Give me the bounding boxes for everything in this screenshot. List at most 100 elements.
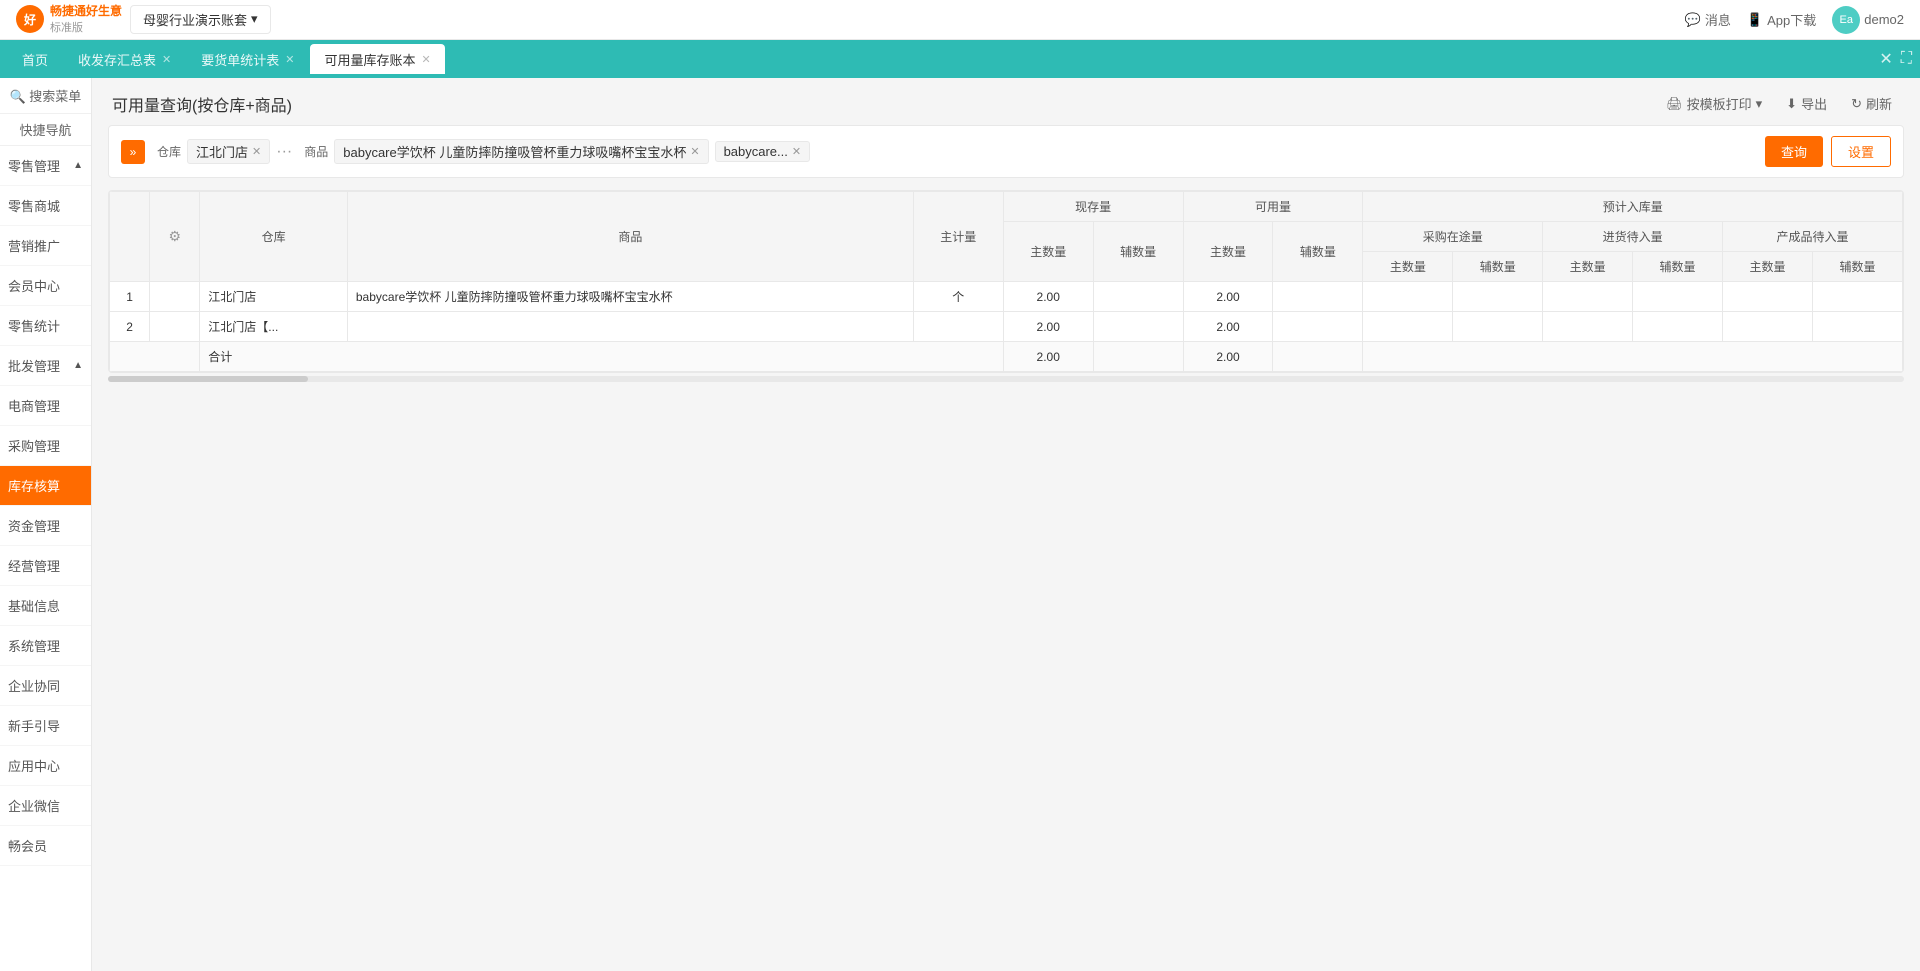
brand-name: 畅捷通好生意 xyxy=(50,4,122,18)
sidebar-item-finance-mgmt[interactable]: 资金管理 xyxy=(0,506,91,546)
sidebar-item-ecommerce-mgmt[interactable]: 电商管理 xyxy=(0,386,91,426)
sidebar-search[interactable]: 🔍 搜索菜单 xyxy=(0,78,91,114)
sidebar-label-finance-mgmt: 资金管理 xyxy=(8,516,60,535)
cell-product xyxy=(347,312,913,342)
export-btn[interactable]: ⬇ 导出 xyxy=(1778,90,1835,117)
industry-selector[interactable]: 母婴行业演示账套 ▾ xyxy=(130,5,271,34)
scrollbar-track[interactable] xyxy=(108,376,1904,382)
filter-expand-btn[interactable]: » xyxy=(121,140,145,164)
th-available-aux: 辅数量 xyxy=(1273,222,1363,282)
sidebar-item-retail-mgmt[interactable]: 零售管理▲ xyxy=(0,146,91,186)
th-available-qty: 可用量 xyxy=(1183,192,1363,222)
cell-gear xyxy=(150,312,200,342)
product-tag1-remove[interactable]: ✕ xyxy=(690,145,699,158)
sidebar-item-enterprise-wechat[interactable]: 企业微信 xyxy=(0,786,91,826)
th-current-stock: 现存量 xyxy=(1003,192,1183,222)
sidebar-quick-nav[interactable]: 快捷导航 xyxy=(0,114,91,146)
quick-nav-label: 快捷导航 xyxy=(19,123,71,138)
sidebar-item-basic-info[interactable]: 基础信息 xyxy=(0,586,91,626)
tab-inventory-ledger-label: 可用量库存账本 xyxy=(324,50,415,69)
cell-available-main: 2.00 xyxy=(1183,312,1273,342)
top-bar-right: 💬 消息 📱 App下载 Ea demo2 xyxy=(1685,6,1904,34)
top-bar: 好 畅捷通好生意 标准版 母婴行业演示账套 ▾ 💬 消息 📱 App下载 Ea … xyxy=(0,0,1920,40)
maximize-btn[interactable]: ⛶ xyxy=(1901,50,1912,68)
product-filter-group: 商品 babycare学饮杯 儿童防摔防撞吸管杯重力球吸嘴杯宝宝水杯 ✕ bab… xyxy=(304,139,810,164)
setting-btn[interactable]: 设置 xyxy=(1831,136,1891,167)
cell-product: babycare学饮杯 儿童防摔防撞吸管杯重力球吸嘴杯宝宝水杯 xyxy=(347,282,913,312)
close-tab-btn[interactable]: ✕ xyxy=(1879,49,1892,69)
logo-icon: 好 xyxy=(16,5,44,33)
cell-gear xyxy=(150,282,200,312)
tab-inventory-ledger-close[interactable]: ✕ xyxy=(422,53,431,66)
cell-unit: 个 xyxy=(913,282,1003,312)
th-gear[interactable]: ⚙ xyxy=(150,192,200,282)
tab-order-stats-close[interactable]: ✕ xyxy=(285,53,294,66)
cell-current-main: 2.00 xyxy=(1003,282,1093,312)
cell-warehouse: 江北门店 xyxy=(200,282,348,312)
product-tag2-remove[interactable]: ✕ xyxy=(792,145,801,158)
sidebar-item-operation-mgmt[interactable]: 经营管理 xyxy=(0,546,91,586)
nav-tabs: 首页 收发存汇总表 ✕ 要货单统计表 ✕ 可用量库存账本 ✕ ✕ ⛶ xyxy=(0,40,1920,78)
th-purchase-main: 主数量 xyxy=(1363,252,1453,282)
sidebar-item-wholesale-mgmt[interactable]: 批发管理 ▲ xyxy=(0,346,91,386)
warehouse-more-btn[interactable]: ··· xyxy=(276,143,292,161)
sidebar-item-app-center[interactable]: 应用中心 xyxy=(0,746,91,786)
sidebar-item-new-guide[interactable]: 新手引导 xyxy=(0,706,91,746)
cell-index: 1 xyxy=(110,282,150,312)
th-production-aux: 辅数量 xyxy=(1812,252,1902,282)
app-label: App下载 xyxy=(1767,10,1816,29)
cell-production-main xyxy=(1723,312,1813,342)
product-label: 商品 xyxy=(304,143,328,160)
message-btn[interactable]: 💬 消息 xyxy=(1685,10,1731,29)
main-layout: 🔍 搜索菜单 快捷导航 零售管理▲零售商城营销推广会员中心零售统计批发管理 ▲ 电商… xyxy=(0,78,1920,971)
scrollbar-thumb[interactable] xyxy=(108,376,308,382)
sidebar-item-purchase-mgmt[interactable]: 采购管理 xyxy=(0,426,91,466)
table-area: ⚙ 仓库 商品 主计量 现存量 可用量 预计入库量 主数量 辅数量 主数量 辅数… xyxy=(108,190,1904,373)
summary-label: 合计 xyxy=(200,342,1003,372)
summary-available-main: 2.00 xyxy=(1183,342,1273,372)
sidebar-item-member-center[interactable]: 会员中心 xyxy=(0,266,91,306)
query-btn[interactable]: 查询 xyxy=(1765,136,1823,167)
table-body: 1 江北门店 babycare学饮杯 儿童防摔防撞吸管杯重力球吸嘴杯宝宝水杯 个… xyxy=(110,282,1903,342)
sidebar-item-marketing[interactable]: 营销推广 xyxy=(0,226,91,266)
summary-empty xyxy=(110,342,200,372)
sidebar-item-inventory-audit[interactable]: 库存核算 xyxy=(0,466,91,506)
th-purchase-aux: 辅数量 xyxy=(1453,252,1543,282)
sidebar-label-retail-stats: 零售统计 xyxy=(8,316,60,335)
th-index xyxy=(110,192,150,282)
sidebar-item-retail-stats[interactable]: 零售统计 xyxy=(0,306,91,346)
th-incoming-aux: 辅数量 xyxy=(1633,252,1723,282)
sidebar-item-retail-mall[interactable]: 零售商城 xyxy=(0,186,91,226)
sidebar-arrow-wholesale-mgmt: ▲ xyxy=(73,360,83,371)
warehouse-tag-remove[interactable]: ✕ xyxy=(252,145,261,158)
sidebar-item-enterprise-collab[interactable]: 企业协同 xyxy=(0,666,91,706)
template-print-btn[interactable]: 🖨 按模板打印 ▾ xyxy=(1658,90,1770,117)
th-production: 产成品待入量 xyxy=(1723,222,1903,252)
tab-order-stats[interactable]: 要货单统计表 ✕ xyxy=(187,44,308,74)
cell-index: 2 xyxy=(110,312,150,342)
sidebar-arrow-retail-mgmt: ▲ xyxy=(73,160,83,171)
summary-current-main: 2.00 xyxy=(1003,342,1093,372)
tab-income-expense[interactable]: 收发存汇总表 ✕ xyxy=(64,44,185,74)
page-title: 可用量查询(按仓库+商品) xyxy=(112,92,292,116)
sidebar-label-wholesale-mgmt: 批发管理 xyxy=(8,356,60,375)
tab-home[interactable]: 首页 xyxy=(8,44,62,74)
tab-income-expense-close[interactable]: ✕ xyxy=(162,53,171,66)
sidebar-label-marketing: 营销推广 xyxy=(8,236,60,255)
cell-current-aux xyxy=(1093,312,1183,342)
sidebar-label-operation-mgmt: 经营管理 xyxy=(8,556,60,575)
sidebar-item-system-mgmt[interactable]: 系统管理 xyxy=(0,626,91,666)
summary-available-aux xyxy=(1273,342,1363,372)
app-download-btn[interactable]: 📱 App下载 xyxy=(1747,10,1816,29)
cell-warehouse: 江北门店【... xyxy=(200,312,348,342)
sidebar-item-member-vip[interactable]: 畅会员 xyxy=(0,826,91,866)
refresh-btn[interactable]: ↻ 刷新 xyxy=(1843,90,1900,117)
product-tag-babycare2: babycare... ✕ xyxy=(715,141,811,162)
chevron-down-icon: ▾ xyxy=(251,11,258,27)
refresh-label: 刷新 xyxy=(1866,94,1892,113)
th-current-aux: 辅数量 xyxy=(1093,222,1183,282)
print-label: 按模板打印 xyxy=(1687,94,1752,113)
user-menu[interactable]: Ea demo2 xyxy=(1832,6,1904,34)
filter-actions: 查询 设置 xyxy=(1765,136,1891,167)
tab-inventory-ledger[interactable]: 可用量库存账本 ✕ xyxy=(310,44,444,74)
